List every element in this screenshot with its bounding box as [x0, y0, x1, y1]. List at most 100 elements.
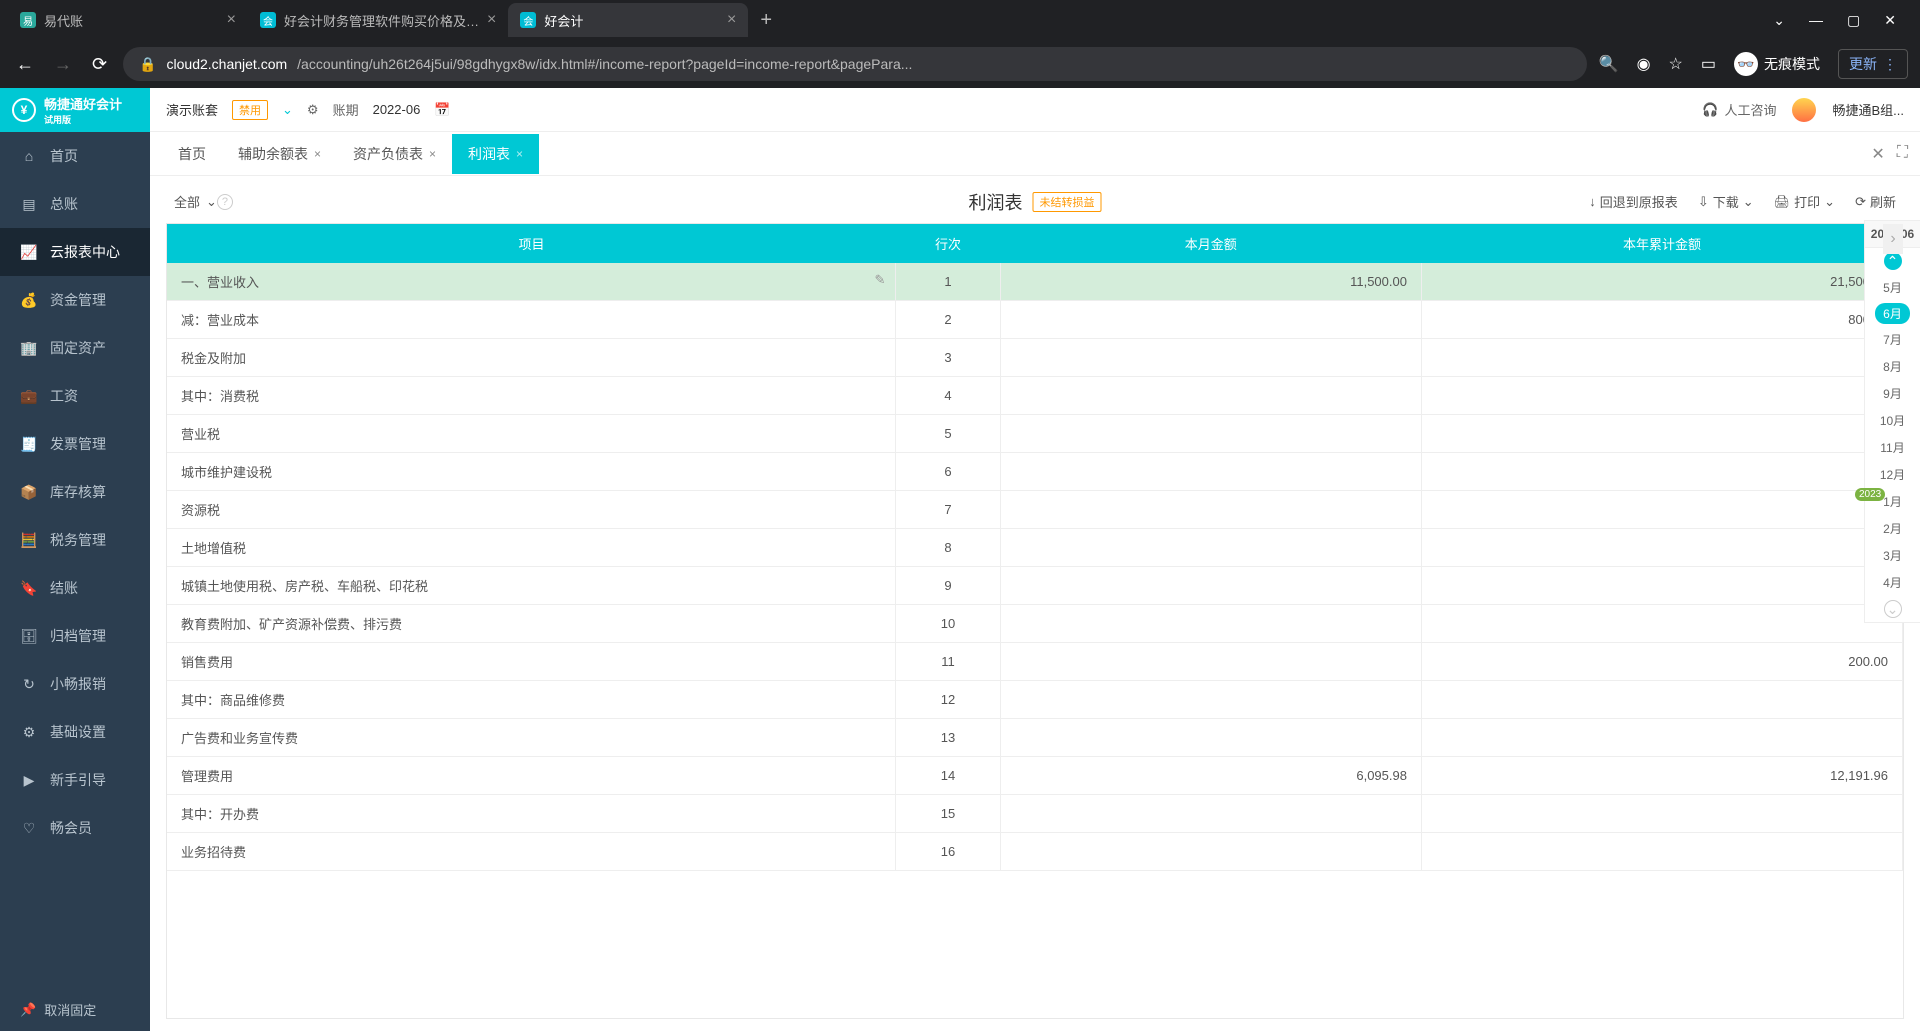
- sidebar-item-畅会员[interactable]: ♡畅会员: [0, 804, 150, 852]
- bookmark-icon[interactable]: ☆: [1669, 54, 1683, 74]
- page-tab[interactable]: 利润表×: [452, 134, 539, 174]
- print-button[interactable]: 🖨打印⌄: [1774, 192, 1835, 211]
- close-icon[interactable]: ×: [227, 11, 236, 29]
- cell-num: 5: [896, 415, 1000, 453]
- cell-year: [1421, 719, 1902, 757]
- month-item[interactable]: 12月: [1865, 461, 1920, 488]
- table-row[interactable]: 税金及附加3: [167, 339, 1903, 377]
- sidebar-item-新手引导[interactable]: ▶新手引导: [0, 756, 150, 804]
- sidebar-item-固定资产[interactable]: 🏢固定资产: [0, 324, 150, 372]
- cell-num: 6: [896, 453, 1000, 491]
- account-name[interactable]: 演示账套: [166, 100, 218, 119]
- close-icon[interactable]: ×: [727, 11, 736, 29]
- reading-list-icon[interactable]: ▭: [1701, 54, 1716, 74]
- month-item[interactable]: 3月: [1865, 542, 1920, 569]
- help-icon[interactable]: ?: [217, 194, 233, 210]
- month-item[interactable]: 9月: [1865, 380, 1920, 407]
- download-button[interactable]: ⇩下载⌄: [1698, 192, 1754, 211]
- update-button[interactable]: 更新 ⋮: [1838, 49, 1908, 79]
- refresh-button[interactable]: ⟳刷新: [1855, 192, 1896, 211]
- cell-month: [1000, 605, 1421, 643]
- reload-button[interactable]: ⟳: [88, 50, 111, 79]
- table-row[interactable]: 广告费和业务宣传费13: [167, 719, 1903, 757]
- close-icon[interactable]: ×: [487, 11, 496, 29]
- close-icon[interactable]: ×: [429, 147, 436, 161]
- scroll-right-icon[interactable]: ›: [1883, 224, 1903, 254]
- month-item[interactable]: 6月: [1875, 303, 1910, 324]
- extension-icon[interactable]: ◉: [1637, 54, 1651, 74]
- sidebar-item-税务管理[interactable]: 🧮税务管理: [0, 516, 150, 564]
- forward-button[interactable]: →: [50, 50, 76, 79]
- month-item[interactable]: 8月: [1865, 353, 1920, 380]
- avatar[interactable]: [1792, 98, 1816, 122]
- month-item[interactable]: 7月: [1865, 326, 1920, 353]
- calendar-icon[interactable]: 📅: [434, 102, 450, 118]
- sidebar-item-库存核算[interactable]: 📦库存核算: [0, 468, 150, 516]
- page-tab[interactable]: 资产负债表×: [337, 134, 452, 174]
- table-row[interactable]: 其中：消费税4: [167, 377, 1903, 415]
- gear-icon[interactable]: ⚙: [307, 102, 319, 118]
- chevron-down-icon[interactable]: ⌄: [1773, 12, 1785, 29]
- table-row[interactable]: 城市维护建设税6: [167, 453, 1903, 491]
- maximize-icon[interactable]: ▢: [1847, 12, 1860, 29]
- revert-button[interactable]: ↓回退到原报表: [1589, 192, 1678, 211]
- sidebar-item-首页[interactable]: ⌂首页: [0, 132, 150, 180]
- sidebar-item-工资[interactable]: 💼工资: [0, 372, 150, 420]
- logo[interactable]: ¥ 畅捷通好会计 试用版: [0, 88, 150, 132]
- sidebar-item-总账[interactable]: ▤总账: [0, 180, 150, 228]
- page-tab[interactable]: 首页: [162, 134, 222, 174]
- sidebar-item-资金管理[interactable]: 💰资金管理: [0, 276, 150, 324]
- close-window-icon[interactable]: ✕: [1884, 12, 1896, 29]
- edit-icon[interactable]: ✎: [875, 272, 886, 288]
- disable-tag[interactable]: 禁用: [232, 100, 268, 120]
- chevron-down-icon[interactable]: ⌄: [282, 102, 293, 118]
- username[interactable]: 畅捷通B组...: [1832, 100, 1904, 119]
- browser-tab[interactable]: 会 好会计财务管理软件购买价格及… ×: [248, 3, 508, 37]
- sidebar-item-结账[interactable]: 🔖结账: [0, 564, 150, 612]
- browser-tab[interactable]: 易 易代账 ×: [8, 3, 248, 37]
- tab-title: 好会计财务管理软件购买价格及…: [284, 11, 479, 30]
- pin-toggle[interactable]: 📌 取消固定: [0, 988, 150, 1031]
- table-row[interactable]: 管理费用146,095.9812,191.96: [167, 757, 1903, 795]
- sidebar-item-发票管理[interactable]: 🧾发票管理: [0, 420, 150, 468]
- sidebar-item-归档管理[interactable]: 🗄归档管理: [0, 612, 150, 660]
- table-row[interactable]: 城镇土地使用税、房产税、车船税、印花税9: [167, 567, 1903, 605]
- sidebar-item-云报表中心[interactable]: 📈云报表中心: [0, 228, 150, 276]
- close-icon[interactable]: ×: [314, 147, 321, 161]
- sidebar-item-基础设置[interactable]: ⚙基础设置: [0, 708, 150, 756]
- col-header: 本月金额: [1000, 224, 1421, 263]
- sidebar-item-小畅报销[interactable]: ↻小畅报销: [0, 660, 150, 708]
- page-tab[interactable]: 辅助余额表×: [222, 134, 337, 174]
- browser-tab-active[interactable]: 会 好会计 ×: [508, 3, 748, 37]
- table-row[interactable]: 一、营业收入✎111,500.0021,500.00: [167, 263, 1903, 301]
- month-item[interactable]: 5月: [1865, 274, 1920, 301]
- cell-name: 资源税: [167, 491, 896, 529]
- sidebar-icon: ↻: [20, 676, 38, 693]
- url-bar[interactable]: 🔒 cloud2.chanjet.com/accounting/uh26t264…: [123, 47, 1587, 81]
- table-row[interactable]: 销售费用11200.00: [167, 643, 1903, 681]
- close-icon[interactable]: ×: [516, 147, 523, 161]
- fullscreen-icon[interactable]: ⛶: [1897, 144, 1908, 164]
- table-row[interactable]: 其中：开办费15: [167, 795, 1903, 833]
- table-row[interactable]: 营业税5: [167, 415, 1903, 453]
- sidebar-label: 基础设置: [50, 722, 106, 742]
- table-row[interactable]: 资源税7: [167, 491, 1903, 529]
- month-item[interactable]: 4月: [1865, 569, 1920, 596]
- zoom-icon[interactable]: 🔍: [1599, 54, 1619, 74]
- period-value[interactable]: 2022-06: [373, 102, 421, 117]
- table-row[interactable]: 减：营业成本2800.00: [167, 301, 1903, 339]
- month-item[interactable]: 11月: [1865, 434, 1920, 461]
- scroll-down-button[interactable]: ⌄: [1865, 596, 1920, 622]
- table-row[interactable]: 业务招待费16: [167, 833, 1903, 871]
- back-button[interactable]: ←: [12, 50, 38, 79]
- support-button[interactable]: 🎧 人工咨询: [1702, 100, 1776, 119]
- close-all-tabs-icon[interactable]: ✕: [1871, 144, 1884, 164]
- table-row[interactable]: 土地增值税8: [167, 529, 1903, 567]
- new-tab-button[interactable]: +: [748, 9, 784, 32]
- table-row[interactable]: 教育费附加、矿产资源补偿费、排污费10: [167, 605, 1903, 643]
- month-item[interactable]: 2月: [1865, 515, 1920, 542]
- minimize-icon[interactable]: —: [1809, 12, 1823, 29]
- filter-dropdown[interactable]: 全部 ⌄: [174, 192, 217, 211]
- table-row[interactable]: 其中：商品维修费12: [167, 681, 1903, 719]
- month-item[interactable]: 10月: [1865, 407, 1920, 434]
